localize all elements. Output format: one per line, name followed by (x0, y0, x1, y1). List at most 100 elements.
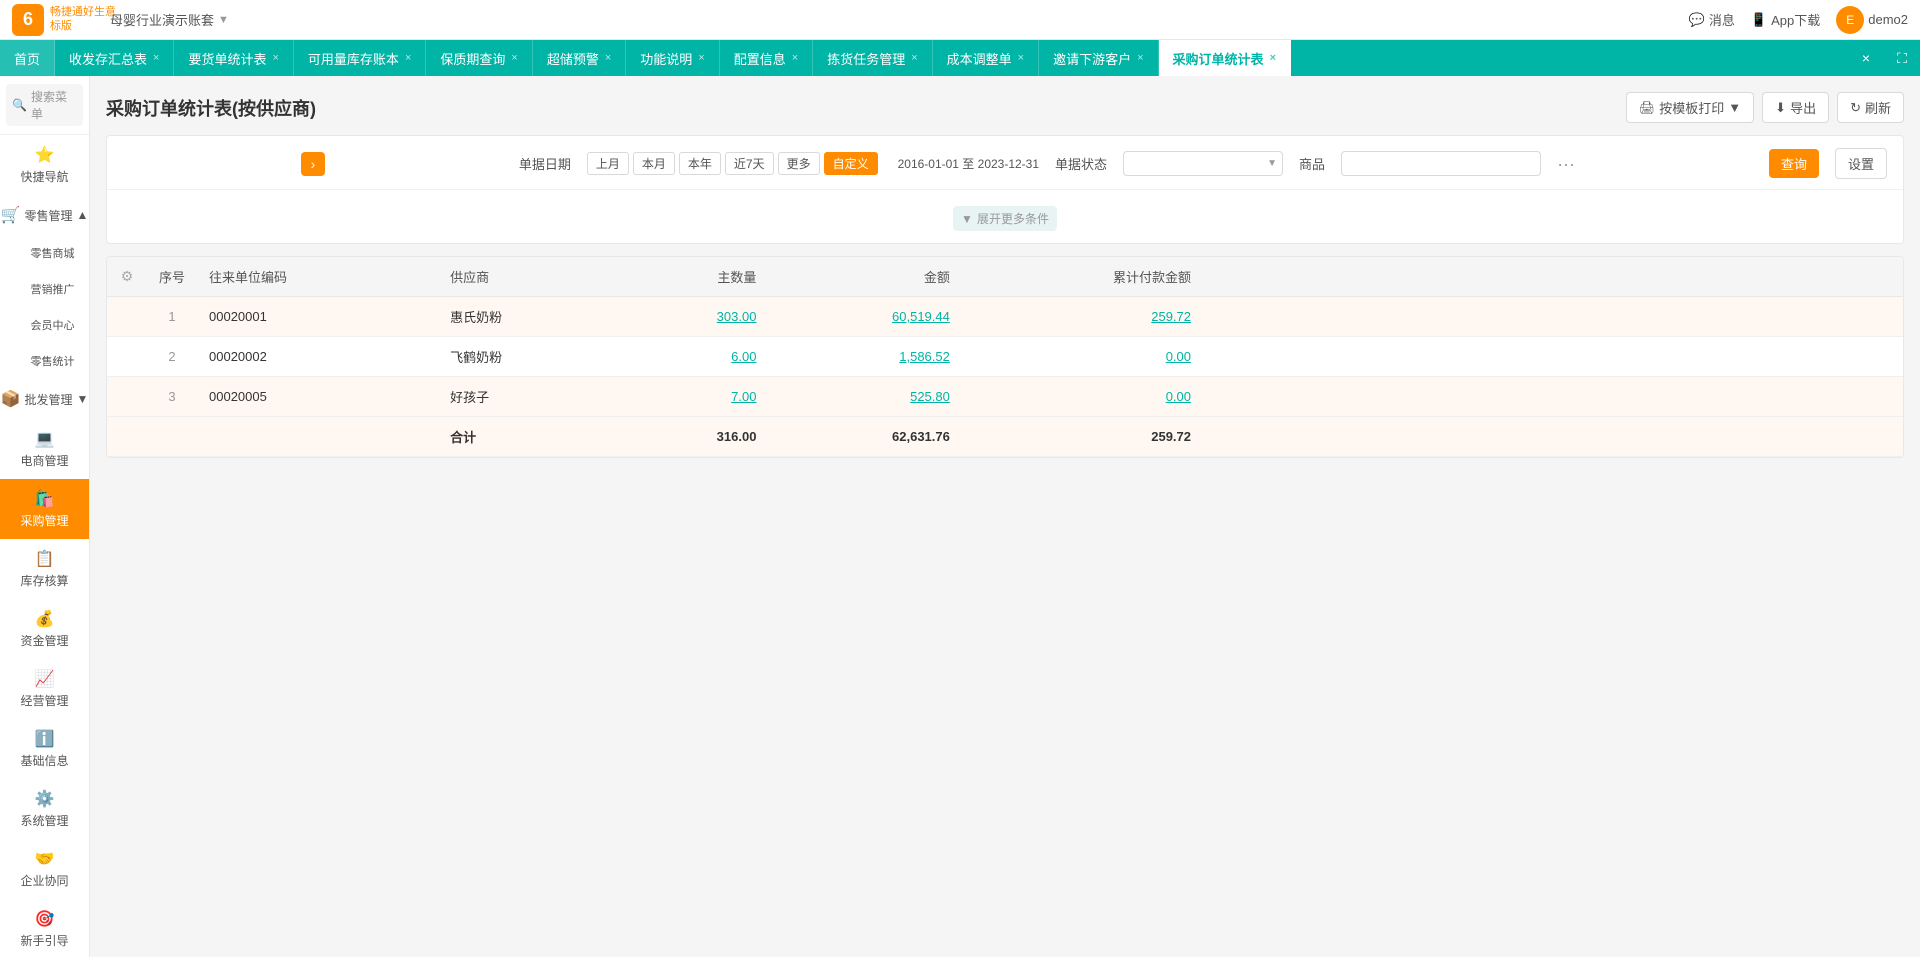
col-paid: 累计付款金额 (962, 257, 1203, 297)
workspace-selector[interactable]: 母婴行业演示账套 ▼ (110, 10, 229, 29)
footer-paid: 259.72 (962, 417, 1203, 457)
row-num-3: 3 (147, 377, 197, 417)
cell-supplier-1: 惠氏奶粉 (438, 297, 618, 337)
user-btn[interactable]: E demo2 (1836, 6, 1908, 34)
tab-receive-send[interactable]: 收发存汇总表 × (55, 40, 174, 76)
close-icon[interactable]: × (405, 52, 411, 64)
message-btn[interactable]: 💬 消息 (1689, 10, 1735, 29)
sidebar-item-operations[interactable]: 📈 经营管理 (0, 659, 89, 719)
cell-supplier-3: 好孩子 (438, 377, 618, 417)
table-settings-icon[interactable]: ⚙ (121, 268, 134, 284)
sidebar-item-basic-info[interactable]: ℹ️ 基础信息 (0, 719, 89, 779)
sidebar-item-member[interactable]: 会员中心 (0, 307, 89, 343)
close-icon[interactable]: × (698, 52, 704, 64)
tab-picking-task[interactable]: 拣货任务管理 × (813, 40, 932, 76)
logo: 6 畅捷通好生意 标版 (12, 4, 102, 36)
cell-paid-1: 259.72 (962, 297, 1203, 337)
close-icon[interactable]: × (605, 52, 611, 64)
tab-overstock-warning[interactable]: 超储预警 × (533, 40, 626, 76)
tab-cost-adjust[interactable]: 成本调整单 × (933, 40, 1039, 76)
refresh-btn[interactable]: ↻ 刷新 (1837, 92, 1904, 123)
table-row: 2 00020002 飞鹤奶粉 6.00 1,586.52 0.00 (107, 337, 1903, 377)
sidebar-item-marketing[interactable]: 营销推广 (0, 271, 89, 307)
sidebar-item-system[interactable]: ⚙️ 系统管理 (0, 779, 89, 839)
table-body: 1 00020001 惠氏奶粉 303.00 60,519.44 259.72 … (107, 297, 1903, 417)
sidebar-item-purchase[interactable]: 🛍️ 采购管理 (0, 479, 89, 539)
quick-btn-this-month[interactable]: 本月 (633, 152, 675, 175)
quick-btn-last-month[interactable]: 上月 (587, 152, 629, 175)
date-quick-btns: 上月 本月 本年 近7天 更多 自定义 (587, 152, 878, 175)
sidebar-item-ecommerce[interactable]: 💻 电商管理 (0, 419, 89, 479)
close-tab-btn[interactable]: × (1848, 40, 1884, 76)
collab-icon: 🤝 (35, 849, 55, 869)
guide-icon: 🎯 (35, 909, 55, 929)
print-btn[interactable]: 🖨 按模板打印 ▼ (1626, 92, 1754, 123)
sidebar-item-new-guide[interactable]: 🎯 新手引导 (0, 899, 89, 957)
tab-available-stock[interactable]: 可用量库存账本 × (294, 40, 426, 76)
export-icon: ⬇ (1775, 100, 1786, 116)
ecommerce-icon: 💻 (35, 429, 55, 449)
expand-more-btn[interactable]: ▼ 展开更多条件 (953, 206, 1057, 231)
sidebar-search[interactable]: 🔍 搜索菜单 (0, 76, 89, 135)
workspace-chevron-icon: ▼ (218, 14, 229, 26)
close-icon[interactable]: × (792, 52, 798, 64)
system-icon: ⚙️ (35, 789, 55, 809)
nav-tabs: 首页 收发存汇总表 × 要货单统计表 × 可用量库存账本 × 保质期查询 × 超… (0, 40, 1920, 76)
collapse-filter-btn[interactable]: › (301, 152, 325, 176)
search-input-box[interactable]: 🔍 搜索菜单 (6, 84, 83, 126)
settings-btn[interactable]: 设置 (1835, 148, 1887, 179)
close-icon[interactable]: × (911, 52, 917, 64)
tab-expiry-query[interactable]: 保质期查询 × (426, 40, 532, 76)
inventory-icon: 📋 (35, 549, 55, 569)
sidebar-item-retail[interactable]: 🛒 零售管理 ▲ (0, 195, 89, 235)
sidebar-item-quick-nav[interactable]: ⭐ 快捷导航 (0, 135, 89, 195)
cell-qty-2: 6.00 (618, 337, 769, 377)
goods-input[interactable] (1341, 151, 1541, 176)
export-btn[interactable]: ⬇ 导出 (1762, 92, 1829, 123)
sidebar-item-enterprise-collab[interactable]: 🤝 企业协同 (0, 839, 89, 899)
sidebar: 🔍 搜索菜单 ⭐ 快捷导航 🛒 零售管理 ▲ 零售商城 营销推广 会员中心 (0, 76, 90, 957)
page-title: 采购订单统计表(按供应商) (106, 95, 316, 121)
tab-home[interactable]: 首页 (0, 40, 55, 76)
table-footer: 合计 316.00 62,631.76 259.72 (107, 417, 1903, 457)
sidebar-item-wholesale[interactable]: 📦 批发管理 ▼ (0, 379, 89, 419)
cell-paid-2: 0.00 (962, 337, 1203, 377)
maximize-btn[interactable]: ⛶ (1884, 40, 1920, 76)
print-chevron-icon: ▼ (1728, 100, 1741, 115)
tab-config-info[interactable]: 配置信息 × (720, 40, 813, 76)
sidebar-item-retail-mall[interactable]: 零售商城 (0, 235, 89, 271)
app-download-btn[interactable]: 📱 App下载 (1751, 10, 1820, 29)
quick-btn-more[interactable]: 更多 (778, 152, 820, 175)
cell-code-2: 00020002 (197, 337, 438, 377)
search-btn[interactable]: 查询 (1769, 149, 1819, 178)
quick-btn-7days[interactable]: 近7天 (725, 152, 774, 175)
main-content: 采购订单统计表(按供应商) 🖨 按模板打印 ▼ ⬇ 导出 ↻ 刷新 (90, 76, 1920, 957)
more-options-icon[interactable]: ··· (1557, 155, 1575, 173)
close-icon[interactable]: × (511, 52, 517, 64)
close-icon[interactable]: × (1018, 52, 1024, 64)
page-header: 采购订单统计表(按供应商) 🖨 按模板打印 ▼ ⬇ 导出 ↻ 刷新 (106, 92, 1904, 123)
filter-expand-row: ▼ 展开更多条件 (123, 198, 1887, 231)
tab-order-stats[interactable]: 要货单统计表 × (174, 40, 293, 76)
close-icon[interactable]: × (272, 52, 278, 64)
cell-qty-1: 303.00 (618, 297, 769, 337)
col-num: 序号 (147, 257, 197, 297)
quick-btn-this-year[interactable]: 本年 (679, 152, 721, 175)
sidebar-item-inventory[interactable]: 📋 库存核算 (0, 539, 89, 599)
close-icon[interactable]: × (1137, 52, 1143, 64)
status-select-wrap: ▼ (1123, 151, 1283, 176)
quick-nav-icon: ⭐ (35, 145, 55, 165)
workspace-name: 母婴行业演示账套 (110, 10, 214, 29)
tab-purchase-stats[interactable]: 采购订单统计表 × (1159, 40, 1291, 76)
status-filter-label: 单据状态 (1055, 154, 1107, 173)
close-icon[interactable]: × (153, 52, 159, 64)
quick-btn-custom[interactable]: 自定义 (824, 152, 878, 175)
status-select[interactable] (1123, 151, 1283, 176)
tab-function-desc[interactable]: 功能说明 × (626, 40, 719, 76)
sidebar-item-finance[interactable]: 💰 资金管理 (0, 599, 89, 659)
filter-divider (107, 189, 1903, 190)
sidebar-item-retail-stats[interactable]: 零售统计 (0, 343, 89, 379)
close-icon[interactable]: × (1270, 52, 1276, 64)
tab-invite-downstream[interactable]: 邀请下游客户 × (1039, 40, 1158, 76)
footer-label: 合计 (438, 417, 618, 457)
